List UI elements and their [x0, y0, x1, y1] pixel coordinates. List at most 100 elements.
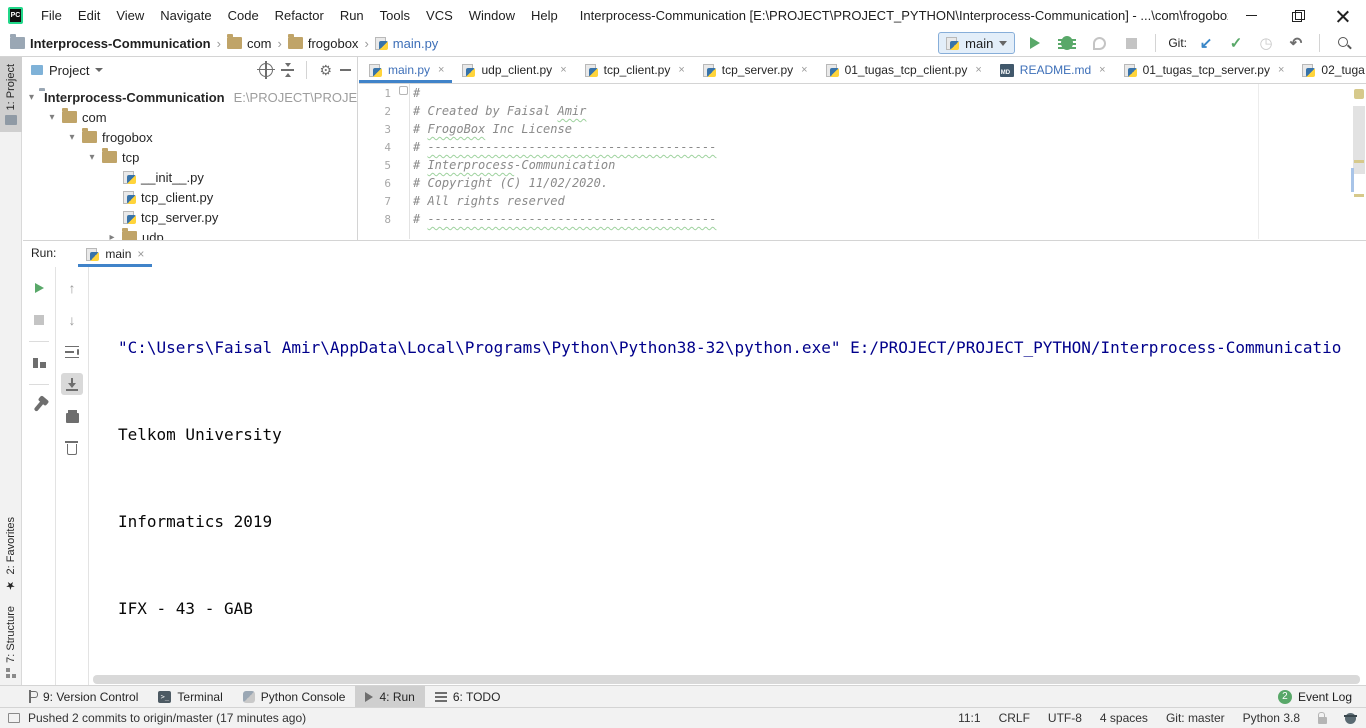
- gear-icon[interactable]: ⚙: [319, 63, 332, 77]
- menu-file[interactable]: File: [33, 0, 70, 30]
- toolwindow-todo[interactable]: 6: TODO: [425, 686, 511, 708]
- close-tab-icon[interactable]: ×: [1099, 64, 1105, 76]
- tree-row-udp[interactable]: ▸ udp: [23, 227, 357, 240]
- file-encoding[interactable]: UTF-8: [1048, 711, 1082, 725]
- tab-main-py[interactable]: main.py ×: [359, 57, 453, 83]
- menu-code[interactable]: Code: [220, 0, 267, 30]
- chevron-expanded-icon[interactable]: ▾: [67, 132, 77, 143]
- git-history-button[interactable]: ◷: [1255, 32, 1277, 54]
- indent-setting[interactable]: 4 spaces: [1100, 711, 1148, 725]
- print-button[interactable]: [61, 405, 83, 427]
- clear-console-button[interactable]: [61, 437, 83, 459]
- debug-button[interactable]: [1055, 32, 1079, 54]
- rerun-button[interactable]: [28, 277, 50, 299]
- search-everywhere-button[interactable]: [1332, 32, 1356, 54]
- git-rollback-button[interactable]: ↶: [1285, 32, 1307, 54]
- tool-stripe-favorites[interactable]: 2: Favorites ★: [0, 510, 22, 599]
- fold-marker-icon[interactable]: [399, 86, 408, 95]
- close-tab-icon[interactable]: ×: [438, 64, 444, 76]
- code-editor[interactable]: 1 # 2 # Created by Faisal Amir 3 # Frogo…: [359, 84, 1366, 239]
- close-tab-icon[interactable]: ×: [560, 64, 566, 76]
- tree-row-tcp[interactable]: ▾ tcp: [23, 147, 357, 167]
- next-occurrence-button[interactable]: ↓: [61, 309, 83, 331]
- breadcrumb-frogobox[interactable]: frogobox: [287, 34, 358, 51]
- git-update-button[interactable]: ↙: [1195, 32, 1217, 54]
- git-branch[interactable]: Git: master: [1166, 711, 1225, 725]
- tree-row-tcp-server[interactable]: tcp_server.py: [23, 207, 357, 227]
- menu-view[interactable]: View: [108, 0, 152, 30]
- close-tab-icon[interactable]: ×: [678, 64, 684, 76]
- run-tab-main[interactable]: main ×: [78, 241, 153, 267]
- chevron-expanded-icon[interactable]: ▾: [47, 112, 57, 123]
- event-log-button[interactable]: 2 Event Log: [1277, 689, 1366, 704]
- tab-01-tugas-tcp-client-py[interactable]: 01_tugas_tcp_client.py ×: [816, 57, 990, 83]
- restore-button[interactable]: [1274, 0, 1320, 30]
- menu-vcs[interactable]: VCS: [418, 0, 461, 30]
- tab-02-tugas-truncated[interactable]: 02_tuga ×: [1292, 57, 1366, 83]
- lock-icon[interactable]: [1318, 711, 1327, 724]
- chevron-collapsed-icon[interactable]: ▸: [107, 232, 117, 241]
- menu-window[interactable]: Window: [461, 0, 523, 30]
- menu-refactor[interactable]: Refactor: [267, 0, 332, 30]
- chevron-down-icon[interactable]: [95, 68, 104, 72]
- collapse-all-icon[interactable]: [281, 63, 295, 77]
- minimize-button[interactable]: [1228, 0, 1274, 30]
- tree-row-com[interactable]: ▾ com: [23, 107, 357, 127]
- stop-button[interactable]: [1119, 32, 1143, 54]
- menu-run[interactable]: Run: [332, 0, 372, 30]
- tool-stripe-structure[interactable]: 7: Structure: [0, 599, 22, 685]
- menu-navigate[interactable]: Navigate: [152, 0, 219, 30]
- pin-tab-button[interactable]: [28, 395, 50, 417]
- menu-help[interactable]: Help: [523, 0, 566, 30]
- chevron-expanded-icon[interactable]: ▾: [29, 92, 34, 103]
- close-tab-icon[interactable]: ×: [1278, 64, 1284, 76]
- editor-error-stripe[interactable]: [1351, 84, 1366, 239]
- close-tab-icon[interactable]: ×: [975, 64, 981, 76]
- tab-01-tugas-tcp-server-py[interactable]: 01_tugas_tcp_server.py ×: [1114, 57, 1293, 83]
- prev-occurrence-button[interactable]: ↑: [61, 277, 83, 299]
- toolwindow-python-console[interactable]: Python Console: [233, 686, 356, 708]
- breadcrumb-project[interactable]: Interprocess-Communication: [10, 34, 211, 51]
- tree-row-frogobox[interactable]: ▾ frogobox: [23, 127, 357, 147]
- menu-tools[interactable]: Tools: [372, 0, 418, 30]
- menu-edit[interactable]: Edit: [70, 0, 108, 30]
- git-commit-button[interactable]: ✓: [1225, 32, 1247, 54]
- hscrollbar-thumb[interactable]: [93, 675, 1360, 684]
- tab-udp-client-py[interactable]: udp_client.py ×: [452, 57, 574, 83]
- close-tab-icon[interactable]: ×: [137, 247, 144, 261]
- toolwindow-switcher-icon[interactable]: [8, 713, 20, 723]
- select-opened-file-icon[interactable]: [257, 61, 276, 79]
- soft-wrap-button[interactable]: [61, 341, 83, 363]
- close-button[interactable]: [1320, 0, 1366, 30]
- chevron-expanded-icon[interactable]: ▾: [87, 152, 97, 163]
- breadcrumb-com[interactable]: com: [226, 34, 272, 51]
- run-button[interactable]: [1023, 32, 1047, 54]
- breadcrumb-mainpy[interactable]: main.py: [374, 36, 438, 51]
- tab-tcp-client-py[interactable]: tcp_client.py ×: [575, 57, 693, 83]
- tab-tcp-server-py[interactable]: tcp_server.py ×: [693, 57, 816, 83]
- caret-position[interactable]: 11:1: [958, 711, 980, 725]
- run-configuration-selector[interactable]: main: [938, 32, 1016, 54]
- tab-readme-md[interactable]: MD README.md ×: [990, 57, 1114, 83]
- highlighting-level-icon[interactable]: [1344, 712, 1357, 724]
- python-interpreter[interactable]: Python 3.8: [1243, 711, 1300, 725]
- tree-row-init[interactable]: __init__.py: [23, 167, 357, 187]
- line-separator[interactable]: CRLF: [999, 711, 1030, 725]
- code-text: # FrogoBox Inc License: [413, 122, 572, 136]
- status-message[interactable]: Pushed 2 commits to origin/master (17 mi…: [28, 711, 306, 725]
- scroll-to-end-button[interactable]: [61, 373, 83, 395]
- stop-button[interactable]: [28, 309, 50, 331]
- tool-stripe-project[interactable]: 1: Project: [0, 57, 22, 133]
- toolwindow-terminal[interactable]: >_ Terminal: [148, 686, 232, 708]
- toolwindow-version-control[interactable]: 9: Version Control: [18, 686, 148, 708]
- coverage-button[interactable]: [1087, 32, 1111, 54]
- tree-row-root[interactable]: ▾ Interprocess-Communication E:\PROJECT\…: [23, 87, 357, 107]
- tree-row-tcp-client[interactable]: tcp_client.py: [23, 187, 357, 207]
- close-tab-icon[interactable]: ×: [801, 64, 807, 76]
- hide-panel-icon[interactable]: [340, 69, 351, 71]
- toolwindow-run[interactable]: 4: Run: [355, 685, 425, 708]
- console-hscrollbar[interactable]: [93, 675, 1360, 684]
- restore-layout-button[interactable]: [28, 352, 50, 374]
- run-console-output[interactable]: "C:\Users\Faisal Amir\AppData\Local\Prog…: [90, 267, 1366, 674]
- editor-scrollbar-thumb[interactable]: [1353, 106, 1365, 174]
